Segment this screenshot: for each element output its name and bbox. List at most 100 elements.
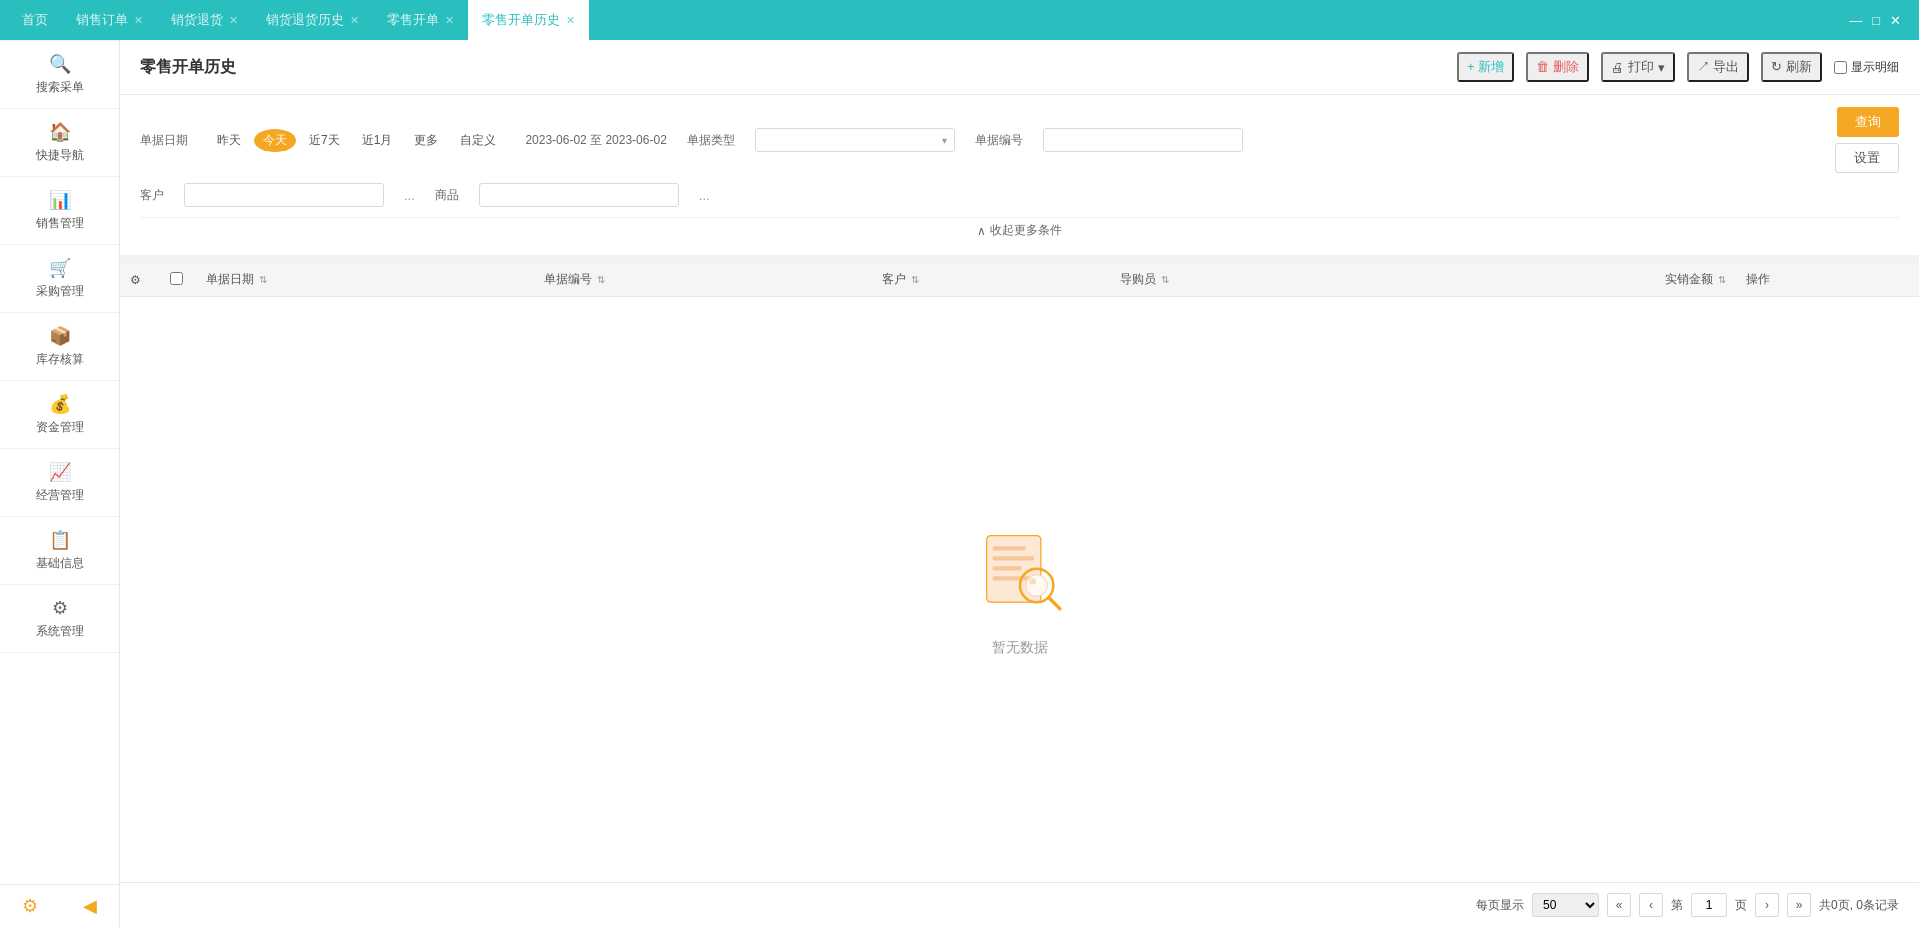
tab-retail-history[interactable]: 零售开单历史 ✕ bbox=[468, 0, 589, 40]
col-customer-sort-icon[interactable]: ⇅ bbox=[911, 274, 919, 285]
filter-row-2: 客户 ... 商品 ... bbox=[140, 183, 1899, 207]
tab-sales-order[interactable]: 销售订单 ✕ bbox=[62, 0, 157, 40]
table-settings-icon[interactable]: ⚙ bbox=[130, 273, 141, 287]
tab-sales-return-close[interactable]: ✕ bbox=[229, 14, 238, 27]
print-dropdown-icon: ▾ bbox=[1658, 60, 1665, 75]
col-guide-label: 导购员 bbox=[1120, 272, 1156, 286]
query-button[interactable]: 查询 bbox=[1837, 107, 1899, 137]
col-guide-sort-icon[interactable]: ⇅ bbox=[1161, 274, 1169, 285]
tab-sales-return-history-close[interactable]: ✕ bbox=[350, 14, 359, 27]
goods-label: 商品 bbox=[435, 187, 459, 204]
refresh-button[interactable]: ↻ 刷新 bbox=[1761, 52, 1822, 82]
empty-illustration bbox=[970, 523, 1070, 623]
date-btn-custom[interactable]: 自定义 bbox=[451, 129, 505, 152]
col-amount: 实销金额 ⇅ bbox=[1398, 263, 1736, 297]
tab-home[interactable]: 首页 bbox=[8, 0, 62, 40]
tab-retail-history-label: 零售开单历史 bbox=[482, 11, 560, 29]
col-date-sort-icon[interactable]: ⇅ bbox=[259, 274, 267, 285]
first-page-btn[interactable]: « bbox=[1607, 893, 1631, 917]
date-range-display: 2023-06-02 至 2023-06-02 bbox=[525, 132, 666, 149]
sidebar-item-inventory[interactable]: 📦 库存核算 bbox=[0, 313, 119, 381]
date-btn-last7[interactable]: 近7天 bbox=[300, 129, 349, 152]
date-btn-today[interactable]: 今天 bbox=[254, 129, 296, 152]
window-minimize[interactable]: — bbox=[1849, 13, 1862, 28]
delete-button[interactable]: 🗑 删除 bbox=[1526, 52, 1589, 82]
home-icon: 🏠 bbox=[49, 121, 71, 143]
last-page-btn[interactable]: » bbox=[1787, 893, 1811, 917]
window-maximize[interactable]: □ bbox=[1872, 13, 1880, 28]
col-number-sort-icon[interactable]: ⇅ bbox=[597, 274, 605, 285]
sidebar-item-sales[interactable]: 📊 销售管理 bbox=[0, 177, 119, 245]
sidebar-item-operations[interactable]: 📈 经营管理 bbox=[0, 449, 119, 517]
date-btn-more[interactable]: 更多 bbox=[405, 129, 447, 152]
window-close[interactable]: ✕ bbox=[1890, 13, 1901, 28]
next-page-btn[interactable]: › bbox=[1755, 893, 1779, 917]
empty-state: 暂无数据 bbox=[120, 297, 1919, 882]
svg-point-6 bbox=[1025, 574, 1047, 596]
col-guide: 导购员 ⇅ bbox=[1110, 263, 1398, 297]
tab-home-label: 首页 bbox=[22, 11, 48, 29]
select-all-checkbox[interactable] bbox=[170, 272, 183, 285]
tab-sales-return-history[interactable]: 销货退货历史 ✕ bbox=[252, 0, 373, 40]
col-amount-sort-icon[interactable]: ⇅ bbox=[1718, 274, 1726, 285]
tab-retail-open[interactable]: 零售开单 ✕ bbox=[373, 0, 468, 40]
svg-rect-2 bbox=[992, 556, 1034, 560]
goods-input[interactable] bbox=[479, 183, 679, 207]
display-detail-checkbox[interactable]: 显示明细 bbox=[1834, 59, 1899, 76]
per-page-label: 每页显示 bbox=[1476, 897, 1524, 914]
page-number-input[interactable] bbox=[1691, 893, 1727, 917]
col-amount-label: 实销金额 bbox=[1665, 272, 1713, 286]
data-table: ⚙ 单据日期 ⇅ 单据编号 ⇅ bbox=[120, 263, 1919, 297]
sidebar-item-inventory-label: 库存核算 bbox=[36, 351, 84, 368]
empty-text: 暂无数据 bbox=[992, 639, 1048, 657]
export-button[interactable]: ↗ 导出 bbox=[1687, 52, 1750, 82]
query-settings-col: 查询 设置 bbox=[1815, 107, 1899, 173]
sidebar-item-system[interactable]: ⚙ 系统管理 bbox=[0, 585, 119, 653]
top-bar-right: — □ ✕ bbox=[1849, 13, 1911, 28]
table-header: ⚙ 单据日期 ⇅ 单据编号 ⇅ bbox=[120, 263, 1919, 297]
svg-line-7 bbox=[1049, 598, 1060, 609]
sidebar-item-basic[interactable]: 📋 基础信息 bbox=[0, 517, 119, 585]
prev-page-btn[interactable]: ‹ bbox=[1639, 893, 1663, 917]
sidebar-settings-icon[interactable]: ⚙ bbox=[22, 895, 38, 917]
goods-ellipsis[interactable]: ... bbox=[699, 188, 710, 203]
date-btn-last1month[interactable]: 近1月 bbox=[353, 129, 402, 152]
col-action: 操作 bbox=[1736, 263, 1919, 297]
tab-sales-return[interactable]: 销货退货 ✕ bbox=[157, 0, 252, 40]
sidebar: 🔍 搜索采单 🏠 快捷导航 📊 销售管理 🛒 采购管理 📦 库存核算 💰 资金管… bbox=[0, 40, 120, 927]
bill-number-input[interactable] bbox=[1043, 128, 1243, 152]
col-customer-label: 客户 bbox=[882, 272, 906, 286]
print-button[interactable]: 🖨 打印 ▾ bbox=[1601, 52, 1675, 82]
sidebar-item-purchase[interactable]: 🛒 采购管理 bbox=[0, 245, 119, 313]
customer-ellipsis[interactable]: ... bbox=[404, 188, 415, 203]
display-detail-input[interactable] bbox=[1834, 61, 1847, 74]
svg-rect-1 bbox=[992, 546, 1025, 550]
doc-icon: 📋 bbox=[49, 529, 71, 551]
customer-label: 客户 bbox=[140, 187, 164, 204]
sidebar-item-search[interactable]: 🔍 搜索采单 bbox=[0, 40, 119, 109]
tab-sales-order-close[interactable]: ✕ bbox=[134, 14, 143, 27]
sidebar-item-search-label: 搜索采单 bbox=[36, 79, 84, 96]
add-button[interactable]: + 新增 bbox=[1457, 52, 1514, 82]
customer-input[interactable] bbox=[184, 183, 384, 207]
bill-type-label: 单据类型 bbox=[687, 132, 735, 149]
date-filter-label: 单据日期 bbox=[140, 132, 188, 149]
col-date-label: 单据日期 bbox=[206, 272, 254, 286]
per-page-select[interactable]: 50 10 20 100 bbox=[1532, 893, 1599, 917]
tab-sales-return-label: 销货退货 bbox=[171, 11, 223, 29]
sidebar-item-finance[interactable]: 💰 资金管理 bbox=[0, 381, 119, 449]
page-title: 零售开单历史 bbox=[140, 57, 236, 78]
sidebar-item-nav[interactable]: 🏠 快捷导航 bbox=[0, 109, 119, 177]
date-btn-yesterday[interactable]: 昨天 bbox=[208, 129, 250, 152]
box-icon: 📦 bbox=[49, 325, 71, 347]
pagination: 每页显示 50 10 20 100 « ‹ 第 页 › » 共0页, 0条记录 bbox=[120, 882, 1919, 927]
filter-row-1: 单据日期 昨天 今天 近7天 近1月 更多 自定义 2023-06-02 至 2… bbox=[140, 107, 1899, 173]
bill-type-select[interactable] bbox=[755, 128, 955, 152]
filter-settings-button[interactable]: 设置 bbox=[1835, 143, 1899, 173]
collapse-btn[interactable]: ∧ 收起更多条件 bbox=[140, 217, 1899, 243]
sidebar-collapse-icon[interactable]: ◀ bbox=[83, 895, 97, 917]
col-customer: 客户 ⇅ bbox=[872, 263, 1110, 297]
tab-retail-open-close[interactable]: ✕ bbox=[445, 14, 454, 27]
tab-retail-history-close[interactable]: ✕ bbox=[566, 14, 575, 27]
cart-icon: 🛒 bbox=[49, 257, 71, 279]
